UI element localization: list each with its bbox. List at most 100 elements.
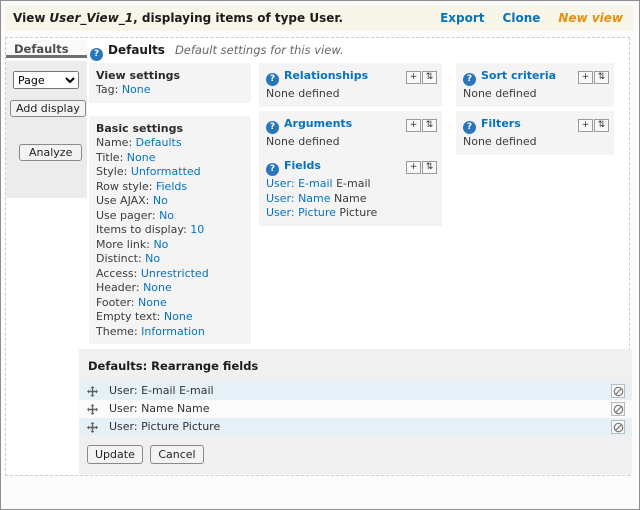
rearrange-icon[interactable]: ⇅ <box>594 119 609 132</box>
field-label: Picture <box>339 206 378 219</box>
analyze-button[interactable]: Analyze <box>19 144 83 161</box>
view-settings-title: View settings <box>96 69 181 82</box>
remove-icon[interactable] <box>611 384 625 398</box>
rearrange-row-label: User: E-mail E-mail <box>109 384 214 397</box>
rearrange-icon[interactable]: ⇅ <box>594 71 609 84</box>
help-icon[interactable]: ? <box>463 73 476 86</box>
setting-label: Distinct: <box>96 252 142 265</box>
export-link[interactable]: Export <box>440 11 484 25</box>
help-icon[interactable]: ? <box>266 163 279 176</box>
remove-icon[interactable] <box>611 420 625 434</box>
setting-value-link[interactable]: None <box>143 281 172 294</box>
relationships-title-link[interactable]: Relationships <box>284 69 368 82</box>
setting-label: Use pager: <box>96 208 156 222</box>
setting-value-link[interactable]: No <box>153 238 168 251</box>
relationships-box: ? Relationships + ⇅ None defined <box>259 63 442 107</box>
setting-value-link[interactable]: Information <box>141 325 205 338</box>
setting-row: Footer: None <box>96 296 244 311</box>
setting-row: Row style: Fields <box>96 180 244 195</box>
setting-label: Access: <box>96 266 138 280</box>
views-ui-screen: View User_View_1, displaying items of typ… <box>0 0 640 510</box>
view-title-prefix: View <box>13 11 46 25</box>
add-icon[interactable]: + <box>406 119 421 132</box>
drag-handle-icon[interactable] <box>87 385 98 397</box>
arguments-box: ? Arguments + ⇅ None defined <box>259 111 442 155</box>
field-label: E-mail <box>336 177 371 190</box>
setting-value-link[interactable]: None <box>127 151 156 164</box>
view-settings-box: View settings Tag: None <box>89 63 251 103</box>
add-icon[interactable]: + <box>406 161 421 174</box>
setting-value-link[interactable]: None <box>138 296 167 309</box>
sort-criteria-box: ? Sort criteria + ⇅ None defined <box>456 63 614 107</box>
setting-value-link[interactable]: Fields <box>156 180 187 193</box>
setting-label: Empty text: <box>96 310 161 323</box>
add-icon[interactable]: + <box>578 119 593 132</box>
setting-label: Style: <box>96 165 128 178</box>
basic-settings-title: Basic settings <box>96 122 184 135</box>
rearrange-icon[interactable]: ⇅ <box>422 71 437 84</box>
tag-label: Tag: <box>96 83 119 96</box>
setting-row: Access: Unrestricted <box>96 267 244 282</box>
setting-row: Items to display: 10 <box>96 223 244 238</box>
setting-value-link[interactable]: No <box>153 194 168 207</box>
add-icon[interactable]: + <box>578 71 593 84</box>
field-item: User: Name Name <box>266 192 435 207</box>
setting-label: Name: <box>96 136 133 149</box>
drag-handle-icon[interactable] <box>87 421 98 433</box>
field-link[interactable]: User: E-mail <box>266 177 333 190</box>
field-item: User: Picture Picture <box>266 206 435 221</box>
clone-link[interactable]: Clone <box>503 11 541 25</box>
setting-value-link[interactable]: Defaults <box>136 136 182 149</box>
view-title-suffix: , displaying items of type User. <box>133 11 344 25</box>
help-icon[interactable]: ? <box>266 73 279 86</box>
field-link[interactable]: User: Name <box>266 192 331 205</box>
rearrange-icon[interactable]: ⇅ <box>422 161 437 174</box>
setting-value-link[interactable]: Unformatted <box>131 165 201 178</box>
page-description: Default settings for this view. <box>174 43 344 57</box>
setting-label: Theme: <box>96 324 138 338</box>
table-row[interactable]: User: Name Name <box>79 400 632 418</box>
update-button[interactable]: Update <box>87 445 143 464</box>
help-icon[interactable]: ? <box>266 121 279 134</box>
new-view-link[interactable]: New view <box>558 11 623 25</box>
field-link[interactable]: User: Picture <box>266 206 336 219</box>
setting-row: Title: None <box>96 151 244 166</box>
add-display-button[interactable]: Add display <box>10 100 86 117</box>
table-row[interactable]: User: E-mail E-mail <box>79 382 632 400</box>
setting-value-link[interactable]: No <box>159 209 174 222</box>
filters-empty-text: None defined <box>463 135 537 148</box>
help-icon[interactable]: ? <box>463 121 476 134</box>
view-title: View User_View_1, displaying items of typ… <box>13 11 422 25</box>
cancel-button[interactable]: Cancel <box>150 445 204 464</box>
setting-label: Header: <box>96 281 140 294</box>
view-name: User_View_1 <box>49 11 134 25</box>
setting-value-link[interactable]: 10 <box>190 223 204 236</box>
tag-value-link[interactable]: None <box>122 83 151 96</box>
table-row[interactable]: User: Picture Picture <box>79 418 632 436</box>
page-title: Defaults <box>108 43 165 57</box>
setting-value-link[interactable]: No <box>145 252 160 265</box>
arguments-title-link[interactable]: Arguments <box>284 117 352 130</box>
fields-title-link[interactable]: Fields <box>284 159 321 172</box>
rearrange-fields-title: Defaults: Rearrange fields <box>88 359 259 373</box>
view-summary-bar: View User_View_1, displaying items of typ… <box>5 5 633 31</box>
sort-criteria-empty-text: None defined <box>463 87 537 100</box>
remove-icon[interactable] <box>611 402 625 416</box>
tag-setting: Tag: None <box>96 83 244 98</box>
setting-value-link[interactable]: Unrestricted <box>141 267 209 280</box>
help-icon[interactable]: ? <box>90 48 103 61</box>
sort-criteria-title-link[interactable]: Sort criteria <box>481 69 556 82</box>
add-icon[interactable]: + <box>406 71 421 84</box>
filters-title-link[interactable]: Filters <box>481 117 521 130</box>
setting-value-link[interactable]: None <box>164 310 193 323</box>
setting-row: Use AJAX: No <box>96 194 244 209</box>
setting-row: Theme: Information <box>96 325 244 340</box>
rearrange-icon[interactable]: ⇅ <box>422 119 437 132</box>
setting-row: Use pager: No <box>96 209 244 224</box>
display-type-select[interactable]: Page <box>13 71 79 89</box>
drag-handle-icon[interactable] <box>87 403 98 415</box>
field-label: Name <box>334 191 367 205</box>
setting-label: Items to display: <box>96 223 187 236</box>
basic-settings-box: Basic settings Name: Defaults Title: Non… <box>89 116 251 344</box>
tab-defaults[interactable]: Defaults <box>6 40 87 58</box>
